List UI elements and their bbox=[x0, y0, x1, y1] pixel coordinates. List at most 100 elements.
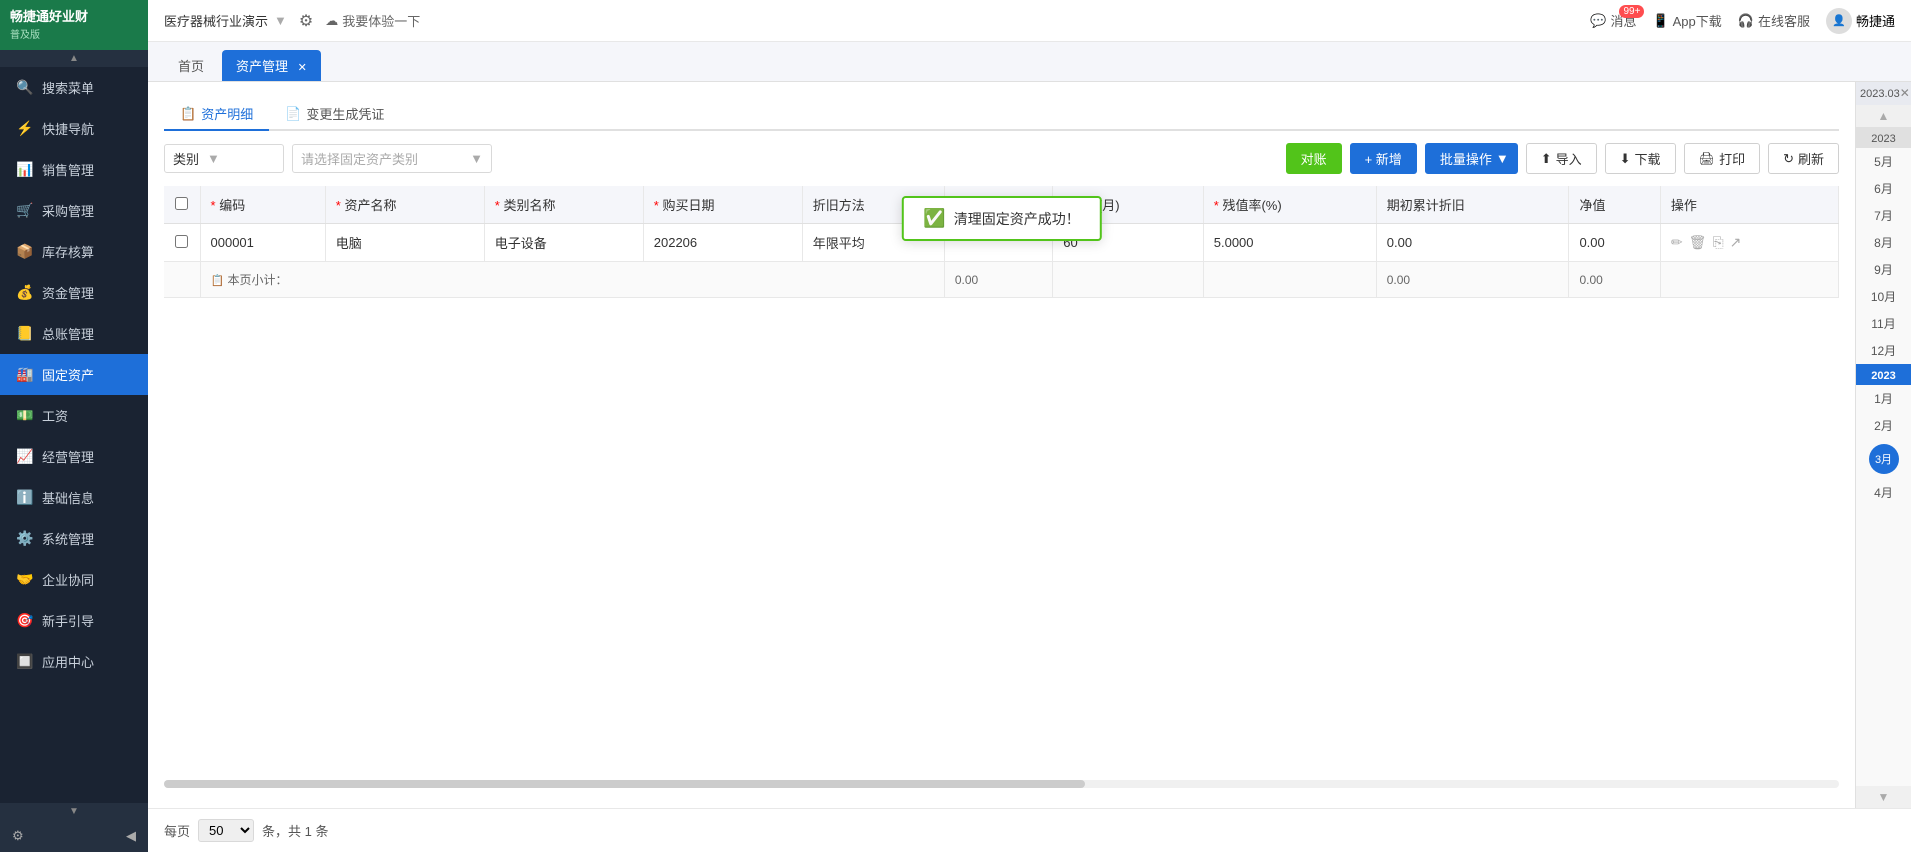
download-icon: ⬇ bbox=[1620, 151, 1631, 167]
td-purchase-date: 202206 bbox=[643, 224, 802, 262]
timeline-close-icon[interactable]: ✕ bbox=[1900, 86, 1910, 101]
td-actions: ✏ 🗑 ⎘ ↗ bbox=[1660, 224, 1838, 262]
sidebar-item-operations[interactable]: 📈 经营管理 bbox=[0, 436, 148, 477]
messages-badge: 99+ bbox=[1619, 5, 1644, 18]
user-menu[interactable]: 👤 畅捷通 bbox=[1826, 8, 1895, 34]
experience-btn[interactable]: ☁ 我要体验一下 bbox=[325, 11, 420, 30]
timeline-month-1[interactable]: 1月 bbox=[1856, 385, 1911, 412]
sidebar-item-sales[interactable]: 📊 销售管理 bbox=[0, 149, 148, 190]
download-button[interactable]: ⬇ 下载 bbox=[1605, 143, 1676, 174]
th-category: * 类别名称 bbox=[484, 186, 643, 224]
subtotal-row: 📋 本页小计： 0.00 0.00 0.00 bbox=[164, 262, 1839, 298]
basic-info-icon: ℹ️ bbox=[16, 489, 34, 506]
sidebar-item-label: 工资 bbox=[42, 406, 68, 425]
sidebar-scroll-up[interactable]: ▲ bbox=[0, 50, 148, 67]
tab-close-icon[interactable]: ✕ bbox=[298, 62, 307, 74]
horizontal-scrollbar[interactable] bbox=[164, 780, 1839, 788]
sidebar-item-ledger[interactable]: 📒 总账管理 bbox=[0, 313, 148, 354]
sidebar-scroll-down[interactable]: ▼ bbox=[0, 803, 148, 820]
tab-asset-management[interactable]: 资产管理 ✕ bbox=[222, 50, 321, 81]
per-page-select[interactable]: 50 100 bbox=[198, 819, 254, 842]
timeline-month-11[interactable]: 11月 bbox=[1856, 310, 1911, 337]
reconcile-button[interactable]: 对账 bbox=[1286, 143, 1342, 174]
sidebar-item-search[interactable]: 🔍 搜索菜单 bbox=[0, 67, 148, 108]
app-download-btn[interactable]: 📱 App下载 bbox=[1652, 11, 1721, 30]
headset-icon: 🎧 bbox=[1738, 13, 1754, 29]
timeline-month-9[interactable]: 9月 bbox=[1856, 256, 1911, 283]
app-logo: 畅捷通好业财 普及版 bbox=[0, 0, 148, 50]
timeline-header-text: 2023.03 bbox=[1860, 88, 1900, 100]
sales-icon: 📊 bbox=[16, 161, 34, 178]
subtotal-label: 📋 本页小计： bbox=[200, 262, 944, 298]
sidebar-item-system[interactable]: ⚙️ 系统管理 bbox=[0, 518, 148, 559]
timeline-month-8[interactable]: 8月 bbox=[1856, 229, 1911, 256]
timeline-month-2[interactable]: 2月 bbox=[1856, 412, 1911, 439]
timeline-items: 2023 5月 6月 7月 8月 9月 10月 11月 12月 2023 1月 … bbox=[1856, 127, 1911, 786]
more-icon[interactable]: ↗ bbox=[1730, 234, 1742, 251]
tab-home[interactable]: 首页 bbox=[164, 50, 218, 81]
search-icon: 🔍 bbox=[16, 79, 34, 96]
online-service-btn[interactable]: 🎧 在线客服 bbox=[1738, 11, 1810, 30]
toolbar: 类别 ▼ 请选择固定资产类别 ▼ 对账 + 新增 批量操作 ▼ bbox=[164, 143, 1839, 174]
company-selector[interactable]: 医疗器械行业演示 ▼ bbox=[164, 11, 287, 30]
app-name: 畅捷通好业财 bbox=[10, 9, 88, 26]
timeline-month-10[interactable]: 10月 bbox=[1856, 283, 1911, 310]
sidebar-item-app-center[interactable]: 🔲 应用中心 bbox=[0, 641, 148, 682]
timeline-month-12[interactable]: 12月 bbox=[1856, 337, 1911, 364]
tabbar: 首页 资产管理 ✕ bbox=[148, 42, 1911, 82]
sidebar-item-label: 固定资产 bbox=[42, 365, 94, 384]
content-main: 📋 资产明细 📄 变更生成凭证 类别 ▼ 请选择固定资产类别 bbox=[148, 82, 1855, 808]
sidebar-item-new-guide[interactable]: 🎯 新手引导 bbox=[0, 600, 148, 641]
settings-icon[interactable]: ⚙ bbox=[12, 828, 24, 844]
collapse-icon[interactable]: ◀ bbox=[126, 828, 136, 844]
timeline-month-4[interactable]: 4月 bbox=[1856, 479, 1911, 506]
system-icon: ⚙️ bbox=[16, 530, 34, 547]
batch-ops-button[interactable]: 批量操作 ▼ bbox=[1425, 143, 1518, 174]
subtab-asset-detail-label: 资产明细 bbox=[201, 104, 253, 123]
sidebar-item-purchase[interactable]: 🛒 采购管理 bbox=[0, 190, 148, 231]
new-button[interactable]: + 新增 bbox=[1350, 143, 1417, 174]
sidebar-item-funds[interactable]: 💰 资金管理 bbox=[0, 272, 148, 313]
timeline-month-6[interactable]: 6月 bbox=[1856, 175, 1911, 202]
import-button[interactable]: ⬆ 导入 bbox=[1526, 143, 1597, 174]
copy-icon[interactable]: ⎘ bbox=[1712, 234, 1723, 251]
category-filter[interactable]: 类别 ▼ bbox=[164, 144, 284, 173]
category-dropdown-icon: ▼ bbox=[470, 151, 483, 166]
sidebar-item-inventory[interactable]: 📦 库存核算 bbox=[0, 231, 148, 272]
batch-dropdown-icon: ▼ bbox=[1496, 151, 1509, 166]
sidebar-item-fixed-assets[interactable]: 🏭 固定资产 bbox=[0, 354, 148, 395]
topbar: 医疗器械行业演示 ▼ ⚙ ☁ 我要体验一下 💬 消息 99+ 📱 App下载 🎧… bbox=[148, 0, 1911, 42]
sidebar-item-payroll[interactable]: 💵 工资 bbox=[0, 395, 148, 436]
category-select[interactable]: 请选择固定资产类别 ▼ bbox=[292, 144, 492, 173]
fixed-assets-icon: 🏭 bbox=[16, 366, 34, 383]
timeline-month-7[interactable]: 7月 bbox=[1856, 202, 1911, 229]
timeline-year-bar: 2023 bbox=[1856, 127, 1911, 148]
select-all-checkbox[interactable] bbox=[175, 197, 188, 210]
sidebar-item-label: 基础信息 bbox=[42, 488, 94, 507]
sidebar-item-quick-nav[interactable]: ⚡ 快捷导航 bbox=[0, 108, 148, 149]
delete-icon[interactable]: 🗑 bbox=[1689, 234, 1707, 251]
timeline-scroll-down-btn[interactable]: ▼ bbox=[1856, 786, 1911, 808]
timeline-scroll-up-btn[interactable]: ▲ bbox=[1856, 105, 1911, 127]
sidebar-item-enterprise[interactable]: 🤝 企业协同 bbox=[0, 559, 148, 600]
subtab-change-voucher[interactable]: 📄 变更生成凭证 bbox=[269, 98, 400, 131]
messages-btn[interactable]: 💬 消息 99+ bbox=[1590, 11, 1636, 30]
category-label: 类别 bbox=[173, 149, 199, 168]
sidebar-item-label: 资金管理 bbox=[42, 283, 94, 302]
timeline-month-5[interactable]: 5月 bbox=[1856, 148, 1911, 175]
asset-table-wrap: * 编码 * 资产名称 * 类别名称 * 购买日期 折旧方法 * 原值 * 期限… bbox=[164, 186, 1839, 780]
funds-icon: 💰 bbox=[16, 284, 34, 301]
row-checkbox[interactable] bbox=[175, 235, 188, 248]
th-checkbox bbox=[164, 186, 200, 224]
subtab-asset-detail[interactable]: 📋 资产明细 bbox=[164, 98, 269, 131]
print-icon: 🖨 bbox=[1699, 151, 1716, 167]
edit-icon[interactable]: ✏ bbox=[1671, 234, 1683, 251]
refresh-button[interactable]: ↻ 刷新 bbox=[1768, 143, 1839, 174]
pagination: 每页 50 100 条，共 1 条 bbox=[148, 808, 1911, 852]
timeline-month-3-current[interactable]: 3月 bbox=[1856, 439, 1911, 479]
settings-gear-icon[interactable]: ⚙ bbox=[299, 11, 313, 31]
row-actions: ✏ 🗑 ⎘ ↗ bbox=[1671, 234, 1828, 251]
print-button[interactable]: 🖨 打印 bbox=[1684, 143, 1761, 174]
topbar-right: 💬 消息 99+ 📱 App下载 🎧 在线客服 👤 畅捷通 bbox=[1590, 8, 1895, 34]
sidebar-item-basic-info[interactable]: ℹ️ 基础信息 bbox=[0, 477, 148, 518]
